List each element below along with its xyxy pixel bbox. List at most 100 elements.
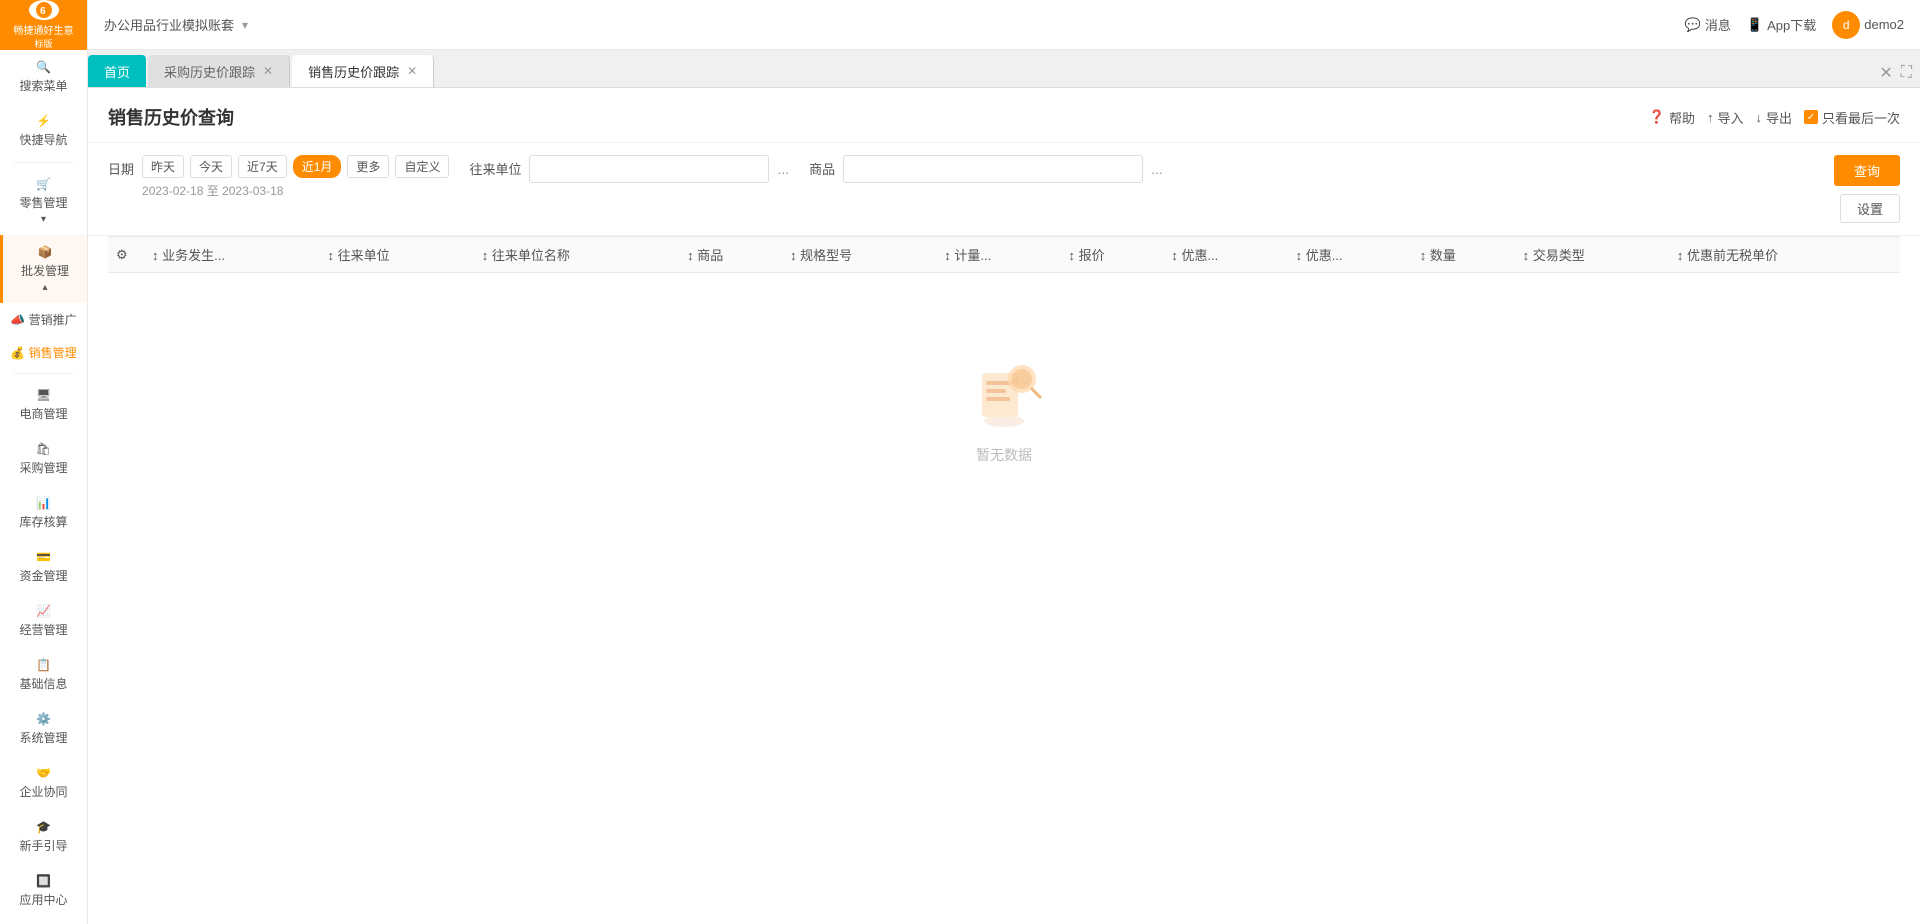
col-partner-name[interactable]: ↕ 往来单位名称 — [474, 237, 679, 273]
apps-icon: 🔲 — [36, 874, 51, 888]
sidebar-item-wechat[interactable]: 💬 企业微信 — [0, 918, 88, 924]
date-btn-custom[interactable]: 自定义 — [395, 155, 449, 178]
table-settings-header[interactable]: ⚙ — [108, 237, 144, 273]
col-partner-code[interactable]: ↕ 往来单位 — [320, 237, 474, 273]
col-label: ↕ — [944, 248, 954, 263]
sidebar-divider-1 — [14, 162, 74, 163]
sidebar-item-quicknav[interactable]: ⚡ 快捷导航 — [0, 104, 88, 158]
col-discount1[interactable]: ↕ 优惠... — [1163, 237, 1287, 273]
sidebar-item-guide[interactable]: 🎓 新手引导 — [0, 810, 88, 864]
only-last-checkbox[interactable]: 只看最后一次 — [1804, 108, 1900, 127]
filter-right: 查询 设置 — [1834, 155, 1900, 223]
col-quantity[interactable]: ↕ 数量 — [1412, 237, 1515, 273]
col-unit[interactable]: ↕ 计量... — [936, 237, 1060, 273]
col-quote[interactable]: ↕ 报价 — [1060, 237, 1163, 273]
help-button[interactable]: ❓ 帮助 — [1649, 108, 1695, 127]
col-trade-type[interactable]: ↕ 交易类型 — [1515, 237, 1669, 273]
tab-home[interactable]: 首页 — [88, 55, 146, 87]
sidebar-item-sales[interactable]: 💰 销售管理 — [0, 336, 88, 369]
col-biz-date[interactable]: ↕ 业务发生... — [144, 237, 320, 273]
col-discount2[interactable]: ↕ 优惠... — [1288, 237, 1412, 273]
date-btn-today[interactable]: 今天 — [190, 155, 232, 178]
date-filter-group: 日期 昨天 今天 近7天 近1月 更多 自定义 2023-02-18 至 202… — [108, 155, 449, 199]
finance-icon: 💳 — [36, 550, 51, 564]
message-button[interactable]: 💬 消息 — [1685, 15, 1731, 34]
partner-input[interactable] — [529, 155, 769, 183]
sidebar-item-wholesale[interactable]: 📦 批发管理 ▴ — [0, 235, 88, 303]
col-spec-label: 规格型号 — [800, 248, 852, 263]
sidebar-item-marketing[interactable]: 📣 营销推广 — [0, 303, 88, 336]
col-spec[interactable]: ↕ 规格型号 — [782, 237, 936, 273]
header-left: 办公用品行业模拟账套 ▾ — [104, 15, 248, 34]
sidebar-item-finance[interactable]: 💳 资金管理 — [0, 540, 88, 594]
close-icon[interactable]: ✕ — [263, 64, 273, 78]
export-button[interactable]: ↓ 导出 — [1755, 108, 1792, 127]
sidebar-item-label: 快捷导航 — [19, 131, 67, 148]
nav-icon: ⚡ — [36, 114, 51, 128]
user-menu[interactable]: d demo2 — [1832, 11, 1904, 39]
close-icon[interactable]: ✕ — [407, 64, 417, 78]
sidebar-item-system[interactable]: ⚙️ 系统管理 — [0, 702, 88, 756]
gear-icon: ⚙️ — [36, 712, 51, 726]
col-goods[interactable]: ↕ 商品 — [679, 237, 782, 273]
sidebar-item-label: 资金管理 — [19, 567, 67, 584]
table-header-row: ⚙ ↕ 业务发生... ↕ 往来单位 ↕ 往来单位名称 — [108, 237, 1900, 273]
sidebar-item-operation[interactable]: 📈 经营管理 — [0, 594, 88, 648]
logo-text: 畅捷通好生意 — [14, 22, 74, 37]
maximize-action[interactable]: ⛶ — [1901, 64, 1912, 82]
date-btn-1month[interactable]: 近1月 — [293, 155, 342, 178]
header-right: 💬 消息 📱 App下载 d demo2 — [1685, 11, 1904, 39]
goods-dots-icon[interactable]: ... — [1151, 161, 1163, 177]
date-buttons: 昨天 今天 近7天 近1月 更多 自定义 — [142, 155, 449, 178]
date-btn-yesterday[interactable]: 昨天 — [142, 155, 184, 178]
sidebar-item-retail[interactable]: 🛒 零售管理 ▾ — [0, 167, 88, 235]
date-btn-7days[interactable]: 近7天 — [238, 155, 287, 178]
partner-dots-icon[interactable]: ... — [777, 161, 789, 177]
query-button[interactable]: 查询 — [1834, 155, 1900, 186]
col-label: ↕ — [1677, 248, 1687, 263]
main-area: 办公用品行业模拟账套 ▾ 💬 消息 📱 App下载 d demo2 首页 采购历… — [88, 0, 1920, 924]
col-pre-tax-price[interactable]: ↕ 优惠前无税单价 — [1669, 237, 1900, 273]
export-icon: ↓ — [1755, 110, 1762, 125]
col-label: ↕ — [1068, 248, 1078, 263]
sidebar-item-stock[interactable]: 📊 库存核算 — [0, 486, 88, 540]
goods-input[interactable] — [843, 155, 1143, 183]
tab-sales-history[interactable]: 销售历史价跟踪 ✕ — [292, 55, 434, 87]
col-quote-label: 报价 — [1079, 248, 1105, 263]
svg-text:6: 6 — [40, 6, 46, 17]
purchase-icon: 🛍 — [36, 442, 51, 456]
help-icon: ❓ — [1649, 109, 1665, 125]
info-icon: 📋 — [36, 658, 51, 672]
col-label: ↕ — [1171, 248, 1181, 263]
sidebar-item-search[interactable]: 🔍 搜索菜单 — [0, 50, 88, 104]
chevron-down-icon: ▾ — [41, 214, 46, 225]
operation-icon: 📈 — [36, 604, 51, 618]
import-button[interactable]: ↑ 导入 — [1707, 108, 1744, 127]
col-discount2-label: 优惠... — [1306, 248, 1343, 263]
sidebar-item-label: 采购管理 — [19, 459, 67, 476]
col-label: ↕ — [1523, 248, 1533, 263]
filter-options: 昨天 今天 近7天 近1月 更多 自定义 2023-02-18 至 2023-0… — [142, 155, 449, 199]
app-download-button[interactable]: 📱 App下载 — [1747, 15, 1816, 34]
goods-input-group: ... — [843, 155, 1163, 183]
sidebar-item-purchase[interactable]: 🛍 采购管理 — [0, 432, 88, 486]
stock-icon: 📊 — [36, 496, 51, 510]
col-quantity-label: 数量 — [1430, 248, 1456, 263]
col-label: ↕ — [482, 248, 492, 263]
dropdown-icon[interactable]: ▾ — [242, 18, 248, 32]
col-unit-label: 计量... — [954, 248, 991, 263]
col-trade-type-label: 交易类型 — [1533, 248, 1585, 263]
tab-purchase-history[interactable]: 采购历史价跟踪 ✕ — [148, 55, 290, 87]
sidebar-item-label: 新手引导 — [19, 837, 67, 854]
col-biz-date-label: 业务发生... — [162, 248, 225, 263]
date-btn-more[interactable]: 更多 — [347, 155, 389, 178]
sidebar-item-baseinfo[interactable]: 📋 基础信息 — [0, 648, 88, 702]
settings-button[interactable]: 设置 — [1840, 194, 1900, 223]
sidebar-item-apps[interactable]: 🔲 应用中心 — [0, 864, 88, 918]
sidebar-item-collab[interactable]: 🤝 企业协同 — [0, 756, 88, 810]
sidebar: 6 畅捷通好生意 标版 🔍 搜索菜单 ⚡ 快捷导航 🛒 零售管理 ▾ 📦 批发管… — [0, 0, 88, 924]
sidebar-item-ecommerce[interactable]: 🖥 电商管理 — [0, 378, 88, 432]
close-tab-action[interactable]: ✕ — [1879, 63, 1892, 83]
data-table: ⚙ ↕ 业务发生... ↕ 往来单位 ↕ 往来单位名称 — [108, 236, 1900, 273]
download-icon: 📱 — [1747, 17, 1763, 33]
